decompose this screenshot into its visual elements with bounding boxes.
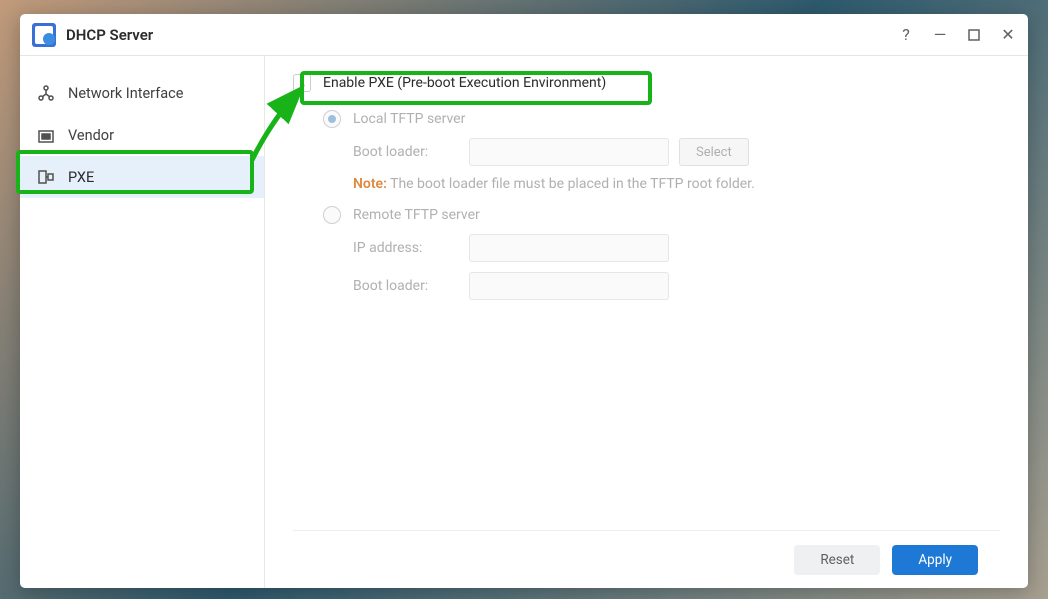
- bootloader-row: Boot loader: Select: [353, 138, 1000, 166]
- sidebar-item-label: Vendor: [68, 127, 114, 144]
- enable-pxe-label: Enable PXE (Pre-boot Execution Environme…: [323, 75, 606, 91]
- ip-row: IP address:: [353, 234, 1000, 262]
- sidebar: Network Interface Vendor PXE: [20, 56, 265, 588]
- pxe-icon: [36, 167, 56, 187]
- select-button[interactable]: Select: [679, 138, 749, 166]
- close-icon[interactable]: ✕: [1000, 27, 1016, 43]
- ip-input[interactable]: [469, 234, 669, 262]
- sidebar-item-label: PXE: [68, 169, 94, 186]
- titlebar: DHCP Server ? — ✕: [20, 14, 1028, 56]
- enable-pxe-row: Enable PXE (Pre-boot Execution Environme…: [293, 74, 1000, 92]
- note-row: Note: The boot loader file must be place…: [353, 176, 1000, 192]
- body: Network Interface Vendor PXE Enable PXE …: [20, 56, 1028, 588]
- minimize-icon[interactable]: —: [932, 27, 948, 43]
- app-icon: [32, 23, 56, 47]
- remote-tftp-radio[interactable]: [323, 206, 341, 224]
- local-tftp-label: Local TFTP server: [353, 111, 465, 127]
- bootloader2-row: Boot loader:: [353, 272, 1000, 300]
- sidebar-item-pxe[interactable]: PXE: [20, 156, 264, 198]
- enable-pxe-checkbox[interactable]: [293, 74, 311, 92]
- main-content: Enable PXE (Pre-boot Execution Environme…: [265, 56, 1028, 588]
- network-icon: [36, 83, 56, 103]
- apply-button[interactable]: Apply: [892, 545, 978, 575]
- ip-label: IP address:: [353, 240, 469, 256]
- bootloader-label: Boot loader:: [353, 144, 469, 160]
- bootloader-input[interactable]: [469, 138, 669, 166]
- remote-tftp-label: Remote TFTP server: [353, 207, 480, 223]
- remote-tftp-row: Remote TFTP server: [323, 206, 1000, 224]
- footer: Reset Apply: [293, 530, 1000, 588]
- window-controls: ? — ✕: [898, 27, 1016, 43]
- local-tftp-row: Local TFTP server: [323, 110, 1000, 128]
- remote-subsection: IP address: Boot loader:: [353, 234, 1000, 300]
- sidebar-item-vendor[interactable]: Vendor: [20, 114, 264, 156]
- reset-button[interactable]: Reset: [794, 545, 880, 575]
- note-text: The boot loader file must be placed in t…: [387, 176, 755, 192]
- help-icon[interactable]: ?: [898, 27, 914, 43]
- pxe-section: Local TFTP server Boot loader: Select No…: [323, 104, 1000, 310]
- bootloader2-input[interactable]: [469, 272, 669, 300]
- vendor-icon: [36, 125, 56, 145]
- sidebar-item-label: Network Interface: [68, 85, 183, 102]
- app-window: DHCP Server ? — ✕ Network Interface Vend…: [20, 14, 1028, 588]
- maximize-icon[interactable]: [966, 27, 982, 43]
- window-title: DHCP Server: [66, 26, 898, 44]
- bootloader2-label: Boot loader:: [353, 278, 469, 294]
- local-tftp-radio[interactable]: [323, 110, 341, 128]
- local-subsection: Boot loader: Select Note: The boot loade…: [353, 138, 1000, 192]
- sidebar-item-network-interface[interactable]: Network Interface: [20, 72, 264, 114]
- note-keyword: Note:: [353, 176, 387, 192]
